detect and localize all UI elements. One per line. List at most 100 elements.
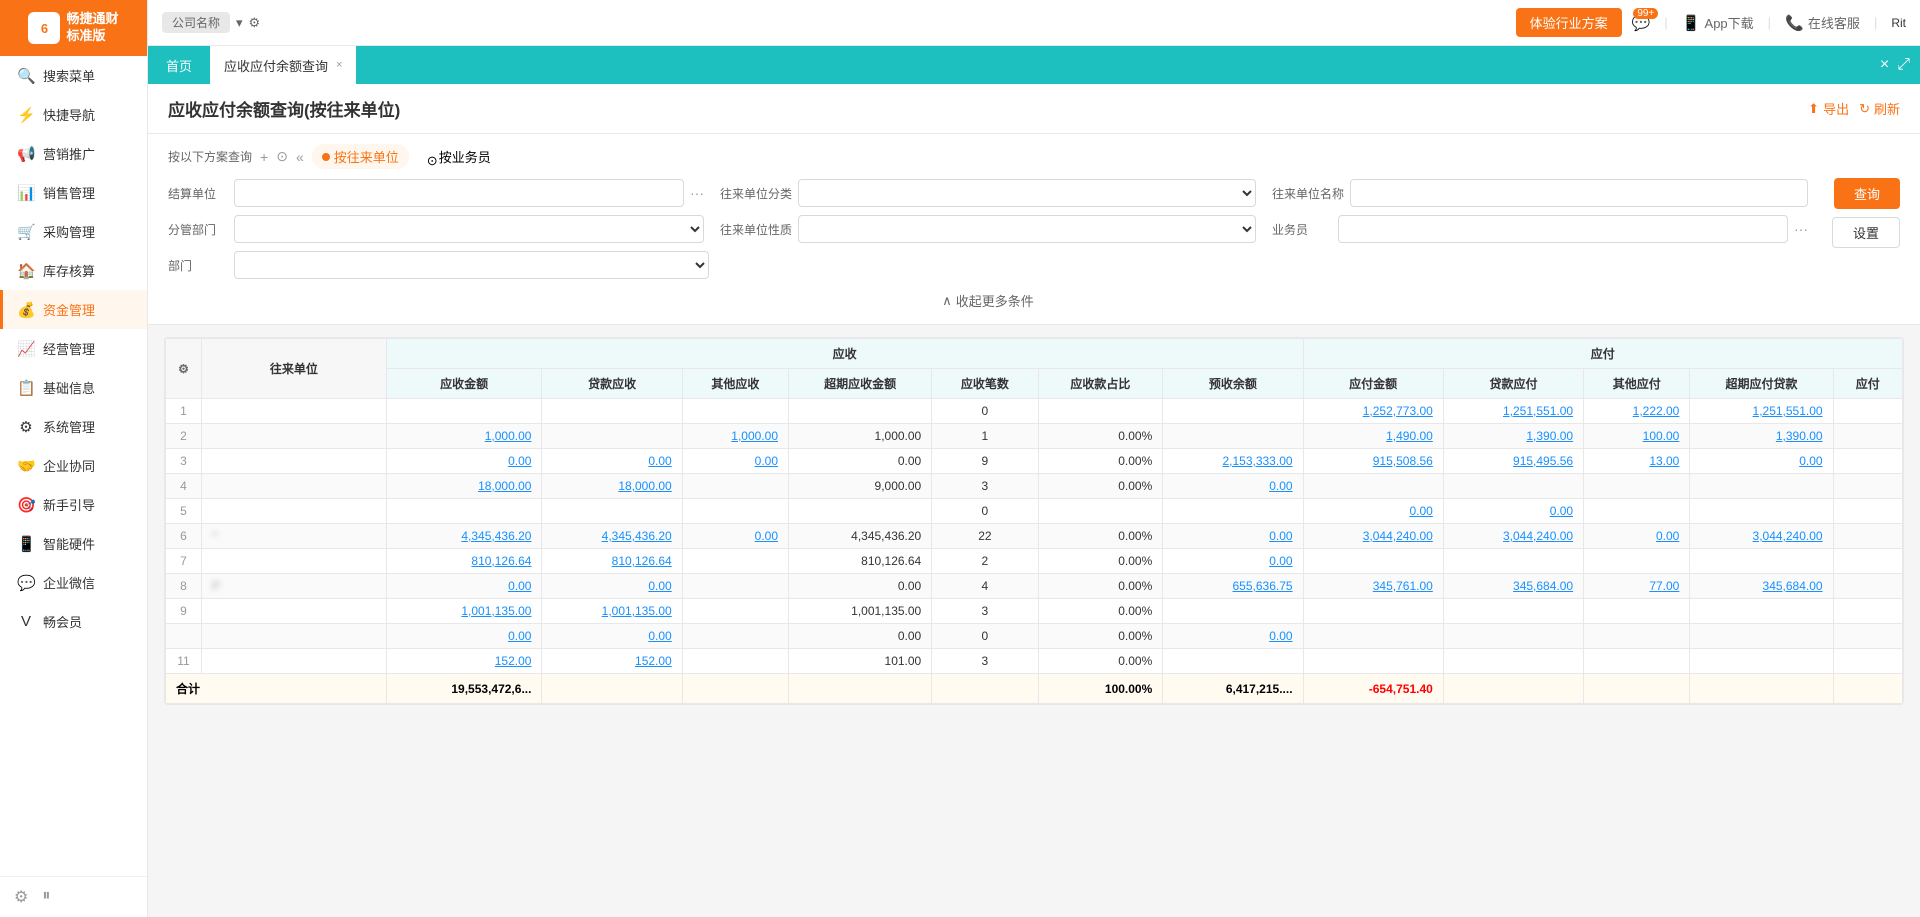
industry-btn[interactable]: 体验行业方案 <box>1516 8 1622 37</box>
row-rec-advance[interactable]: 0.00 <box>1163 624 1303 649</box>
sidebar-item-10[interactable]: 🤝企业协同 <box>0 446 147 485</box>
row-rec-loan[interactable]: 152.00 <box>542 649 682 674</box>
scheme-collapse-icon[interactable]: « <box>296 149 304 165</box>
collapse-icon[interactable]: ⏸ <box>42 887 50 907</box>
sidebar-item-12[interactable]: 📱智能硬件 <box>0 524 147 563</box>
row-pay-other[interactable]: 0.00 <box>1584 524 1690 549</box>
row-pay-amount[interactable]: 3,044,240.00 <box>1303 524 1443 549</box>
footer-rec-amount[interactable]: 19,553,472,6... <box>386 674 542 704</box>
scheme-item-salesperson[interactable]: ⊙ 按业务员 <box>417 144 501 169</box>
sidebar-item-7[interactable]: 📈经营管理 <box>0 329 147 368</box>
sidebar-item-0[interactable]: 🔍搜索菜单 <box>0 56 147 95</box>
sidebar-item-6[interactable]: 💰资金管理 <box>0 290 147 329</box>
footer-pay-overdue <box>1690 674 1833 704</box>
row-rec-amount[interactable]: 1,001,135.00 <box>386 599 542 624</box>
filter-select-department[interactable] <box>234 251 709 279</box>
row-pay-amount[interactable]: 1,490.00 <box>1303 424 1443 449</box>
row-rec-other[interactable]: 0.00 <box>682 449 788 474</box>
row-rec-advance[interactable]: 655,636.75 <box>1163 574 1303 599</box>
row-rec-amount[interactable]: 0.00 <box>386 574 542 599</box>
row-rec-amount[interactable]: 810,126.64 <box>386 549 542 574</box>
topbar-gear-icon[interactable]: ⚙ <box>249 15 261 31</box>
scheme-edit-icon[interactable]: ⊙ <box>276 148 288 165</box>
row-pay-overdue[interactable]: 3,044,240.00 <box>1690 524 1833 549</box>
row-pay-loan[interactable]: 3,044,240.00 <box>1443 524 1583 549</box>
row-rec-loan[interactable]: 18,000.00 <box>542 474 682 499</box>
export-btn[interactable]: ⬆ 导出 <box>1808 99 1849 118</box>
filter-select-dept[interactable] <box>234 215 704 243</box>
tab-close-icon[interactable]: × <box>336 59 342 71</box>
row-pay-overdue[interactable]: 0.00 <box>1690 449 1833 474</box>
row-rec-advance[interactable]: 0.00 <box>1163 549 1303 574</box>
filter-input-salesperson[interactable] <box>1338 215 1788 243</box>
row-pay-loan[interactable]: 1,251,551.00 <box>1443 399 1583 424</box>
settings-icon[interactable]: ⚙ <box>14 887 28 907</box>
row-pay-other[interactable]: 1,222.00 <box>1584 399 1690 424</box>
row-pay-overdue[interactable]: 345,684.00 <box>1690 574 1833 599</box>
query-btn[interactable]: 查询 <box>1834 178 1900 209</box>
footer-rec-advance[interactable]: 6,417,215.... <box>1163 674 1303 704</box>
row-rec-loan[interactable]: 810,126.64 <box>542 549 682 574</box>
row-pay-loan[interactable]: 915,495.56 <box>1443 449 1583 474</box>
window-close-icon[interactable]: × <box>1880 56 1889 74</box>
row-pay-overdue[interactable]: 1,251,551.00 <box>1690 399 1833 424</box>
table-settings-icon[interactable]: ⚙ <box>166 339 202 399</box>
settings-btn[interactable]: 设置 <box>1832 217 1900 248</box>
row-rec-amount[interactable]: 152.00 <box>386 649 542 674</box>
tab-active[interactable]: 应收应付余额查询 × <box>210 46 356 84</box>
filter-dots-salesperson[interactable]: ··· <box>1794 221 1808 237</box>
row-rec-amount[interactable]: 0.00 <box>386 624 542 649</box>
row-rec-advance[interactable]: 0.00 <box>1163 524 1303 549</box>
sidebar-item-13[interactable]: 💬企业微信 <box>0 563 147 602</box>
sidebar-item-9[interactable]: ⚙系统管理 <box>0 407 147 446</box>
window-max-icon[interactable]: ⤢ <box>1897 56 1910 74</box>
row-rec-amount[interactable]: 1,000.00 <box>386 424 542 449</box>
row-rec-amount[interactable]: 0.00 <box>386 449 542 474</box>
row-rec-advance[interactable]: 0.00 <box>1163 474 1303 499</box>
row-rec-loan[interactable]: 1,001,135.00 <box>542 599 682 624</box>
sidebar-item-14[interactable]: V畅会员 <box>0 602 147 641</box>
filter-select-category[interactable] <box>798 179 1256 207</box>
scheme-add-icon[interactable]: + <box>260 149 268 165</box>
row-rec-advance[interactable]: 2,153,333.00 <box>1163 449 1303 474</box>
row-rec-amount[interactable]: 18,000.00 <box>386 474 542 499</box>
row-pay-other[interactable]: 77.00 <box>1584 574 1690 599</box>
online-service-btn[interactable]: 📞 在线客服 <box>1785 13 1860 32</box>
sidebar-item-11[interactable]: 🎯新手引导 <box>0 485 147 524</box>
row-rec-loan[interactable]: 0.00 <box>542 449 682 474</box>
row-pay-amount[interactable]: 0.00 <box>1303 499 1443 524</box>
row-pay-other <box>1584 624 1690 649</box>
row-rec-loan[interactable]: 4,345,436.20 <box>542 524 682 549</box>
row-rec-loan[interactable]: 0.00 <box>542 624 682 649</box>
topbar-dropdown-icon[interactable]: ▾ <box>236 15 243 31</box>
sidebar-item-2[interactable]: 📢营销推广 <box>0 134 147 173</box>
filter-expand-btn[interactable]: ∧ 收起更多条件 <box>168 287 1808 314</box>
row-pay-other[interactable]: 13.00 <box>1584 449 1690 474</box>
filter-input-partner-name[interactable] <box>1350 179 1808 207</box>
row-pay-other[interactable]: 100.00 <box>1584 424 1690 449</box>
row-rec-other[interactable]: 1,000.00 <box>682 424 788 449</box>
row-pay-loan[interactable]: 0.00 <box>1443 499 1583 524</box>
sidebar-item-8[interactable]: 📋基础信息 <box>0 368 147 407</box>
filter-input-company[interactable] <box>234 179 684 207</box>
row-pay-loan[interactable]: 1,390.00 <box>1443 424 1583 449</box>
refresh-btn[interactable]: ↻ 刷新 <box>1859 99 1900 118</box>
row-pay-overdue[interactable]: 1,390.00 <box>1690 424 1833 449</box>
tab-home[interactable]: 首页 <box>148 46 210 84</box>
row-pay-amount[interactable]: 1,252,773.00 <box>1303 399 1443 424</box>
row-pay-amount[interactable]: 345,761.00 <box>1303 574 1443 599</box>
scheme-item-partner[interactable]: 按往来单位 <box>312 144 409 169</box>
sidebar-item-4[interactable]: 🛒采购管理 <box>0 212 147 251</box>
message-btn[interactable]: 💬 99+ <box>1632 14 1651 32</box>
filter-dots-company[interactable]: ··· <box>690 185 704 201</box>
row-pay-loan[interactable]: 345,684.00 <box>1443 574 1583 599</box>
app-download-btn[interactable]: 📱 App下载 <box>1682 13 1754 32</box>
sidebar-item-3[interactable]: 📊销售管理 <box>0 173 147 212</box>
sidebar-item-1[interactable]: ⚡快捷导航 <box>0 95 147 134</box>
row-pay-amount[interactable]: 915,508.56 <box>1303 449 1443 474</box>
row-rec-amount[interactable]: 4,345,436.20 <box>386 524 542 549</box>
filter-select-nature[interactable] <box>798 215 1256 243</box>
row-rec-loan[interactable]: 0.00 <box>542 574 682 599</box>
row-rec-other[interactable]: 0.00 <box>682 524 788 549</box>
sidebar-item-5[interactable]: 🏠库存核算 <box>0 251 147 290</box>
